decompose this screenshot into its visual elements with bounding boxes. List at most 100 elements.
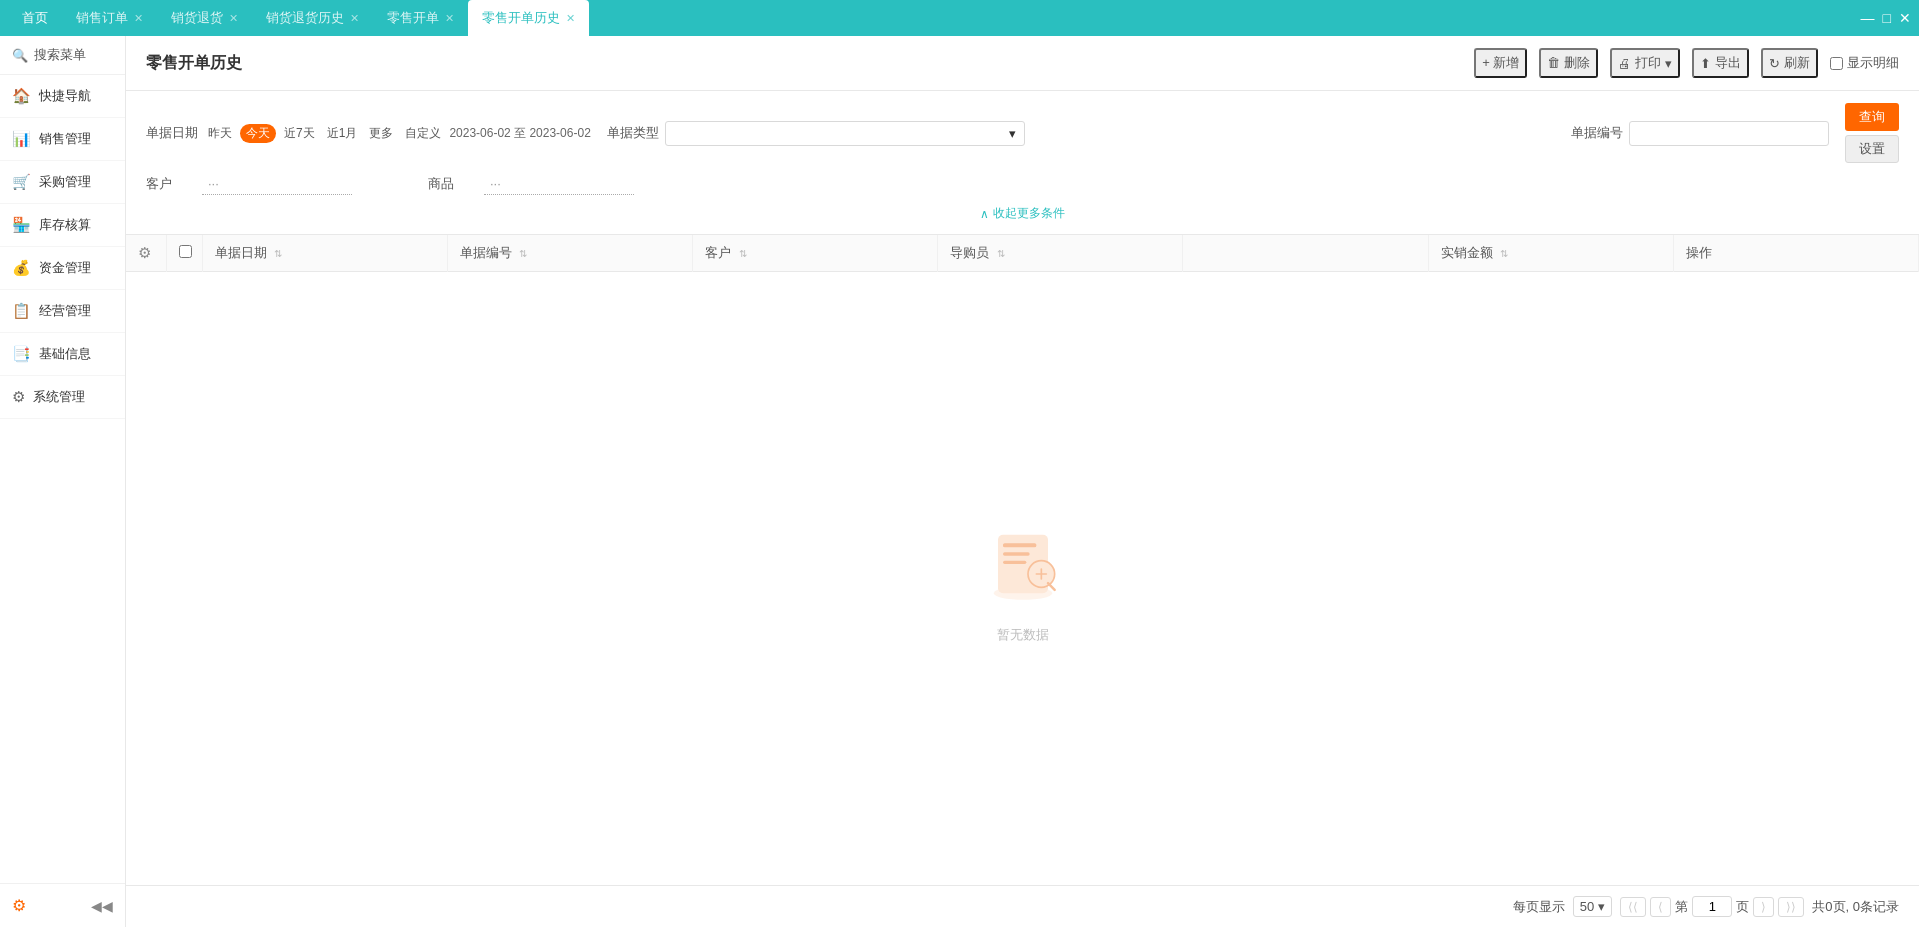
svg-rect-2 — [1003, 543, 1036, 547]
form-row-2: 客户 ··· 商品 ··· — [146, 173, 1899, 195]
prev-page-button[interactable]: ⟨ — [1650, 897, 1671, 917]
page-label: 页 — [1736, 898, 1749, 916]
svg-rect-4 — [1003, 560, 1026, 563]
date-custom[interactable]: 自定义 — [401, 123, 445, 144]
settings-button[interactable]: 设置 — [1845, 135, 1899, 163]
collapse-sidebar-icon[interactable]: ◀◀ — [91, 898, 113, 914]
close-button[interactable]: ✕ — [1899, 10, 1911, 26]
empty-illustration — [973, 514, 1073, 614]
tab-sales-return[interactable]: 销货退货 ✕ — [157, 0, 252, 36]
col-action: 操作 — [1673, 235, 1918, 272]
sidebar-item-inventory[interactable]: 🏪 库存核算 — [0, 204, 125, 247]
last-page-button[interactable]: ⟩⟩ — [1778, 897, 1804, 917]
bill-type-label: 单据类型 — [607, 124, 659, 142]
bill-no-label: 单据编号 — [1571, 124, 1623, 142]
chevron-up-icon: ∧ — [980, 207, 989, 221]
content-area: 零售开单历史 + 新增 🗑 删除 🖨 打印 ▾ ⬆ 导出 ↻ 刷新 — [126, 36, 1919, 927]
maximize-button[interactable]: □ — [1883, 10, 1891, 26]
sidebar-item-system-mgmt[interactable]: ⚙ 系统管理 — [0, 376, 125, 419]
sort-icon[interactable]: ⇅ — [739, 248, 747, 259]
col-guide: 导购员 ⇅ — [938, 235, 1183, 272]
close-icon[interactable]: ✕ — [445, 12, 454, 25]
sidebar-item-operations[interactable]: 📋 经营管理 — [0, 290, 125, 333]
date-today[interactable]: 今天 — [240, 124, 276, 143]
sort-icon[interactable]: ⇅ — [274, 248, 282, 259]
page-title: 零售开单历史 — [146, 53, 242, 74]
sidebar-item-sales-mgmt[interactable]: 📊 销售管理 — [0, 118, 125, 161]
col-amount: 实销金额 ⇅ — [1428, 235, 1673, 272]
date-label: 单据日期 — [146, 124, 198, 142]
sidebar-item-finance[interactable]: 💰 资金管理 — [0, 247, 125, 290]
tab-retail-open-history[interactable]: 零售开单历史 ✕ — [468, 0, 589, 36]
add-button[interactable]: + 新增 — [1474, 48, 1527, 78]
customer-input[interactable]: ··· — [202, 173, 352, 195]
print-icon: 🖨 — [1618, 56, 1631, 71]
pagination-summary: 共0页, 0条记录 — [1812, 898, 1899, 916]
sidebar-search[interactable]: 🔍 搜索菜单 — [0, 36, 125, 75]
main-layout: 🔍 搜索菜单 🏠 快捷导航 📊 销售管理 🛒 采购管理 🏪 库存核算 💰 资金管… — [0, 36, 1919, 927]
close-icon[interactable]: ✕ — [350, 12, 359, 25]
page-header: 零售开单历史 + 新增 🗑 删除 🖨 打印 ▾ ⬆ 导出 ↻ 刷新 — [126, 36, 1919, 91]
close-icon[interactable]: ✕ — [229, 12, 238, 25]
sidebar-item-quick-nav[interactable]: 🏠 快捷导航 — [0, 75, 125, 118]
close-icon[interactable]: ✕ — [566, 12, 575, 25]
display-cols-checkbox[interactable] — [1830, 57, 1843, 70]
tab-sales-return-history[interactable]: 销货退货历史 ✕ — [252, 0, 373, 36]
pagination: 每页显示 50 ▾ ⟨⟨ ⟨ 第 页 ⟩ ⟩⟩ 共0页, 0条记录 — [126, 885, 1919, 927]
page-nav: ⟨⟨ ⟨ 第 页 ⟩ ⟩⟩ — [1620, 896, 1804, 917]
chevron-down-icon: ▾ — [1665, 56, 1672, 71]
col-date: 单据日期 ⇅ — [202, 235, 447, 272]
minimize-button[interactable]: — — [1861, 10, 1875, 26]
header-actions: + 新增 🗑 删除 🖨 打印 ▾ ⬆ 导出 ↻ 刷新 显示明细 — [1474, 48, 1899, 78]
close-icon[interactable]: ✕ — [134, 12, 143, 25]
chevron-down-icon: ▾ — [1009, 126, 1016, 141]
bill-type-select[interactable]: ▾ — [665, 121, 1025, 146]
date-1month[interactable]: 近1月 — [323, 123, 362, 144]
first-page-button[interactable]: ⟨⟨ — [1620, 897, 1646, 917]
doc-icon: 📑 — [12, 345, 31, 363]
sidebar-item-purchase-mgmt[interactable]: 🛒 采购管理 — [0, 161, 125, 204]
settings-icon[interactable]: ⚙ — [12, 896, 26, 915]
sort-icon[interactable]: ⇅ — [519, 248, 527, 259]
tab-retail-open[interactable]: 零售开单 ✕ — [373, 0, 468, 36]
bill-no-input[interactable] — [1629, 121, 1829, 146]
form-row-1: 单据日期 昨天 今天 近7天 近1月 更多 自定义 2023-06-02 至 2… — [146, 103, 1899, 163]
clipboard-icon: 📋 — [12, 302, 31, 320]
top-tabbar: 首页 销售订单 ✕ 销货退货 ✕ 销货退货历史 ✕ 零售开单 ✕ 零售开单历史 … — [0, 0, 1919, 36]
display-cols-toggle[interactable]: 显示明细 — [1830, 54, 1899, 72]
table-settings-icon[interactable]: ⚙ — [138, 244, 151, 261]
collapse-btn[interactable]: ∧ 收起更多条件 — [980, 205, 1065, 222]
product-input[interactable]: ··· — [484, 173, 634, 195]
print-button[interactable]: 🖨 打印 ▾ — [1610, 48, 1680, 78]
page-size-select[interactable]: 50 ▾ — [1573, 896, 1612, 917]
customer-field: 客户 ··· — [146, 173, 352, 195]
next-page-button[interactable]: ⟩ — [1753, 897, 1774, 917]
date-7days[interactable]: 近7天 — [280, 123, 319, 144]
product-field: 商品 ··· — [428, 173, 634, 195]
refresh-button[interactable]: ↻ 刷新 — [1761, 48, 1818, 78]
query-button[interactable]: 查询 — [1845, 103, 1899, 131]
refresh-icon: ↻ — [1769, 56, 1780, 71]
delete-button[interactable]: 🗑 删除 — [1539, 48, 1598, 78]
sort-icon[interactable]: ⇅ — [1500, 248, 1508, 259]
page-number-input[interactable] — [1692, 896, 1732, 917]
empty-text: 暂无数据 — [997, 626, 1049, 644]
sort-icon[interactable]: ⇅ — [997, 248, 1005, 259]
sidebar-item-base-info[interactable]: 📑 基础信息 — [0, 333, 125, 376]
date-more[interactable]: 更多 — [365, 123, 397, 144]
date-group: 昨天 今天 近7天 近1月 更多 自定义 2023-06-02 至 2023-0… — [204, 123, 591, 144]
export-button[interactable]: ⬆ 导出 — [1692, 48, 1749, 78]
date-yesterday[interactable]: 昨天 — [204, 123, 236, 144]
col-spacer — [1183, 235, 1428, 272]
product-label: 商品 — [428, 175, 478, 193]
page-size-label: 每页显示 — [1513, 898, 1565, 916]
select-all-checkbox[interactable] — [179, 245, 192, 258]
export-icon: ⬆ — [1700, 56, 1711, 71]
collapse-row: ∧ 收起更多条件 — [146, 205, 1899, 222]
sidebar-bottom: ⚙ ◀◀ — [0, 883, 125, 927]
table-container: ⚙ 单据日期 ⇅ 单据编号 ⇅ — [126, 235, 1919, 927]
tab-home[interactable]: 首页 — [8, 0, 62, 36]
tab-sales-order[interactable]: 销售订单 ✕ — [62, 0, 157, 36]
gear-icon: ⚙ — [12, 388, 25, 406]
chart-icon: 📊 — [12, 130, 31, 148]
